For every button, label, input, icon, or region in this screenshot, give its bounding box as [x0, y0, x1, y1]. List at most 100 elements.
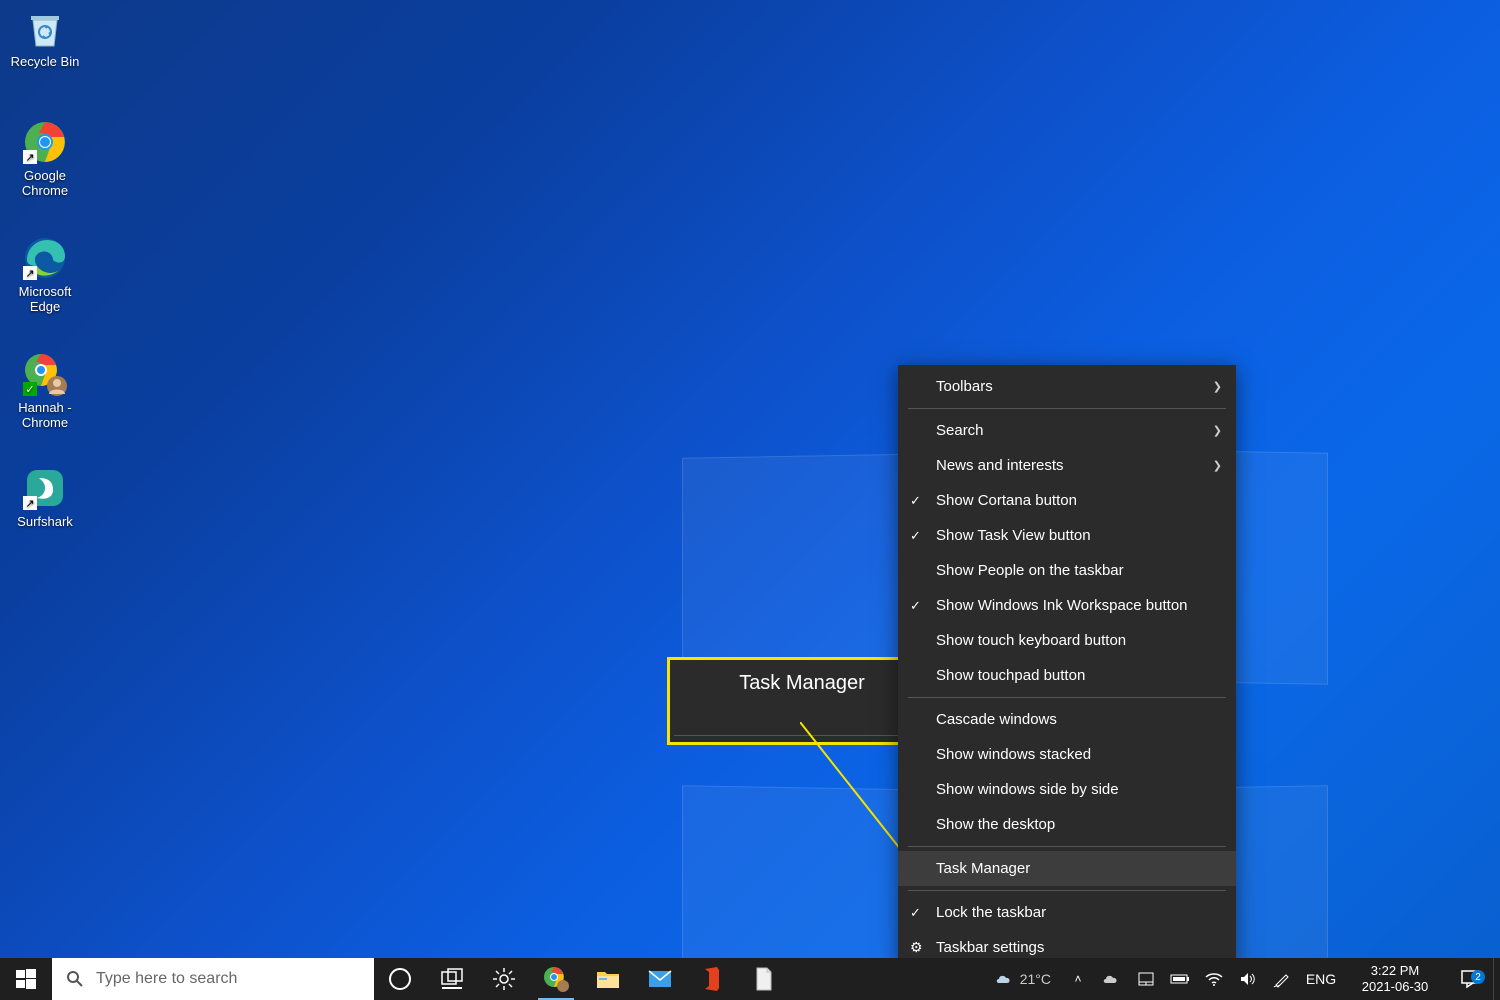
- tray-clock[interactable]: 3:22 PM 2021-06-30: [1343, 963, 1447, 995]
- office-icon: [699, 966, 725, 992]
- chrome-icon: ↗: [23, 120, 67, 164]
- icon-label: Google Chrome: [22, 168, 68, 198]
- ctx-label: Show People on the taskbar: [936, 562, 1124, 579]
- desktop-icon-recycle-bin[interactable]: Recycle Bin: [2, 6, 88, 69]
- ctx-news-interests[interactable]: News and interests ❯: [898, 448, 1236, 483]
- ctx-cascade-windows[interactable]: Cascade windows: [898, 702, 1236, 737]
- taskbar-office[interactable]: [686, 958, 738, 1000]
- shortcut-overlay-icon: ✓: [23, 382, 37, 396]
- action-center[interactable]: 2: [1447, 968, 1493, 990]
- ctx-separator: [908, 697, 1226, 698]
- start-button[interactable]: [0, 958, 52, 1000]
- ctx-label: Search: [936, 422, 984, 439]
- desktop-icon-google-chrome[interactable]: ↗ Google Chrome: [2, 120, 88, 198]
- tray-language[interactable]: ENG: [1299, 958, 1343, 1000]
- mail-icon: [647, 966, 673, 992]
- tray-touchpad[interactable]: [1129, 958, 1163, 1000]
- ctx-stacked[interactable]: Show windows stacked: [898, 737, 1236, 772]
- tray-battery[interactable]: [1163, 958, 1197, 1000]
- language-label: ENG: [1306, 971, 1336, 987]
- system-tray: 21°C ˄ ENG 3:22 PM 2021-06-30 2: [984, 958, 1500, 1000]
- chevron-right-icon: ❯: [1213, 459, 1222, 472]
- clock-time: 3:22 PM: [1347, 963, 1443, 979]
- desktop-icon-microsoft-edge[interactable]: ↗ Microsoft Edge: [2, 236, 88, 314]
- surfshark-icon: ↗: [23, 466, 67, 510]
- taskbar[interactable]: Type here to search 21°C ˄: [0, 958, 1500, 1000]
- ctx-label: Show touch keyboard button: [936, 632, 1126, 649]
- ctx-label: News and interests: [936, 457, 1064, 474]
- volume-icon: [1238, 969, 1258, 989]
- cloud-icon: [994, 969, 1014, 989]
- wifi-icon: [1204, 969, 1224, 989]
- ctx-show-task-view[interactable]: ✓ Show Task View button: [898, 518, 1236, 553]
- taskbar-document[interactable]: [738, 958, 790, 1000]
- ctx-side-by-side[interactable]: Show windows side by side: [898, 772, 1236, 807]
- tray-onedrive[interactable]: [1095, 958, 1129, 1000]
- ctx-search[interactable]: Search ❯: [898, 413, 1236, 448]
- weather-widget[interactable]: 21°C: [984, 958, 1061, 1000]
- ctx-label: Toolbars: [936, 378, 993, 395]
- ctx-label: Show windows stacked: [936, 746, 1091, 763]
- ctx-label: Task Manager: [936, 860, 1030, 877]
- shortcut-overlay-icon: ↗: [23, 496, 37, 510]
- taskbar-file-explorer[interactable]: [582, 958, 634, 1000]
- shortcut-overlay-icon: ↗: [23, 150, 37, 164]
- taskbar-chrome-profile[interactable]: [530, 958, 582, 1000]
- touchpad-icon: [1136, 969, 1156, 989]
- ctx-label: Lock the taskbar: [936, 904, 1046, 921]
- tray-show-hidden[interactable]: ˄: [1061, 958, 1095, 1000]
- icon-label: Hannah - Chrome: [18, 400, 71, 430]
- ctx-show-ink[interactable]: ✓ Show Windows Ink Workspace button: [898, 588, 1236, 623]
- taskbar-cortana[interactable]: [374, 958, 426, 1000]
- search-icon: [66, 970, 84, 988]
- taskbar-task-view[interactable]: [426, 958, 478, 1000]
- ctx-show-touchpad[interactable]: Show touchpad button: [898, 658, 1236, 693]
- windows-logo-icon: [16, 969, 36, 989]
- weather-temp: 21°C: [1020, 971, 1051, 987]
- notification-badge: 2: [1471, 970, 1485, 984]
- document-icon: [751, 966, 777, 992]
- chevron-up-icon: ˄: [1074, 972, 1081, 986]
- ctx-label: Show the desktop: [936, 816, 1055, 833]
- chevron-right-icon: ❯: [1213, 380, 1222, 393]
- ctx-separator: [908, 408, 1226, 409]
- file-explorer-icon: [595, 966, 621, 992]
- chrome-profile-icon: ✓: [23, 352, 67, 396]
- taskbar-mail[interactable]: [634, 958, 686, 1000]
- tray-volume[interactable]: [1231, 958, 1265, 1000]
- tray-ink[interactable]: [1265, 958, 1299, 1000]
- check-icon: ✓: [910, 528, 921, 544]
- recycle-bin-icon: [23, 6, 67, 50]
- callout-label: Task Manager: [739, 672, 865, 695]
- ctx-task-manager[interactable]: Task Manager: [898, 851, 1236, 886]
- ctx-show-desktop[interactable]: Show the desktop: [898, 807, 1236, 842]
- ctx-separator: [908, 890, 1226, 891]
- ctx-label: Taskbar settings: [936, 939, 1044, 956]
- ctx-show-cortana[interactable]: ✓ Show Cortana button: [898, 483, 1236, 518]
- show-desktop-sliver[interactable]: [1493, 958, 1500, 1000]
- tray-wifi[interactable]: [1197, 958, 1231, 1000]
- ink-icon: [1272, 969, 1292, 989]
- edge-icon: ↗: [23, 236, 67, 280]
- callout-task-manager: Task Manager: [667, 657, 937, 745]
- search-placeholder: Type here to search: [96, 970, 237, 988]
- ctx-show-touch-keyboard[interactable]: Show touch keyboard button: [898, 623, 1236, 658]
- check-icon: ✓: [910, 598, 921, 614]
- ctx-label: Show windows side by side: [936, 781, 1119, 798]
- search-box[interactable]: Type here to search: [52, 958, 374, 1000]
- ctx-toolbars[interactable]: Toolbars ❯: [898, 369, 1236, 404]
- chevron-right-icon: ❯: [1213, 424, 1222, 437]
- onedrive-icon: [1102, 969, 1122, 989]
- desktop-icon-surfshark[interactable]: ↗ Surfshark: [2, 466, 88, 529]
- ctx-label: Show Cortana button: [936, 492, 1077, 509]
- check-icon: ✓: [910, 905, 921, 921]
- check-icon: ✓: [910, 493, 921, 509]
- ctx-separator: [908, 846, 1226, 847]
- ctx-lock-taskbar[interactable]: ✓ Lock the taskbar: [898, 895, 1236, 930]
- chrome-profile-icon: [543, 966, 569, 992]
- desktop-icon-hannah-chrome[interactable]: ✓ Hannah - Chrome: [2, 352, 88, 430]
- taskbar-context-menu: Toolbars ❯ Search ❯ News and interests ❯…: [898, 365, 1236, 969]
- taskbar-settings[interactable]: [478, 958, 530, 1000]
- ctx-show-people[interactable]: Show People on the taskbar: [898, 553, 1236, 588]
- desktop[interactable]: Recycle Bin ↗ Google Chrome ↗ Microsoft …: [0, 0, 1500, 958]
